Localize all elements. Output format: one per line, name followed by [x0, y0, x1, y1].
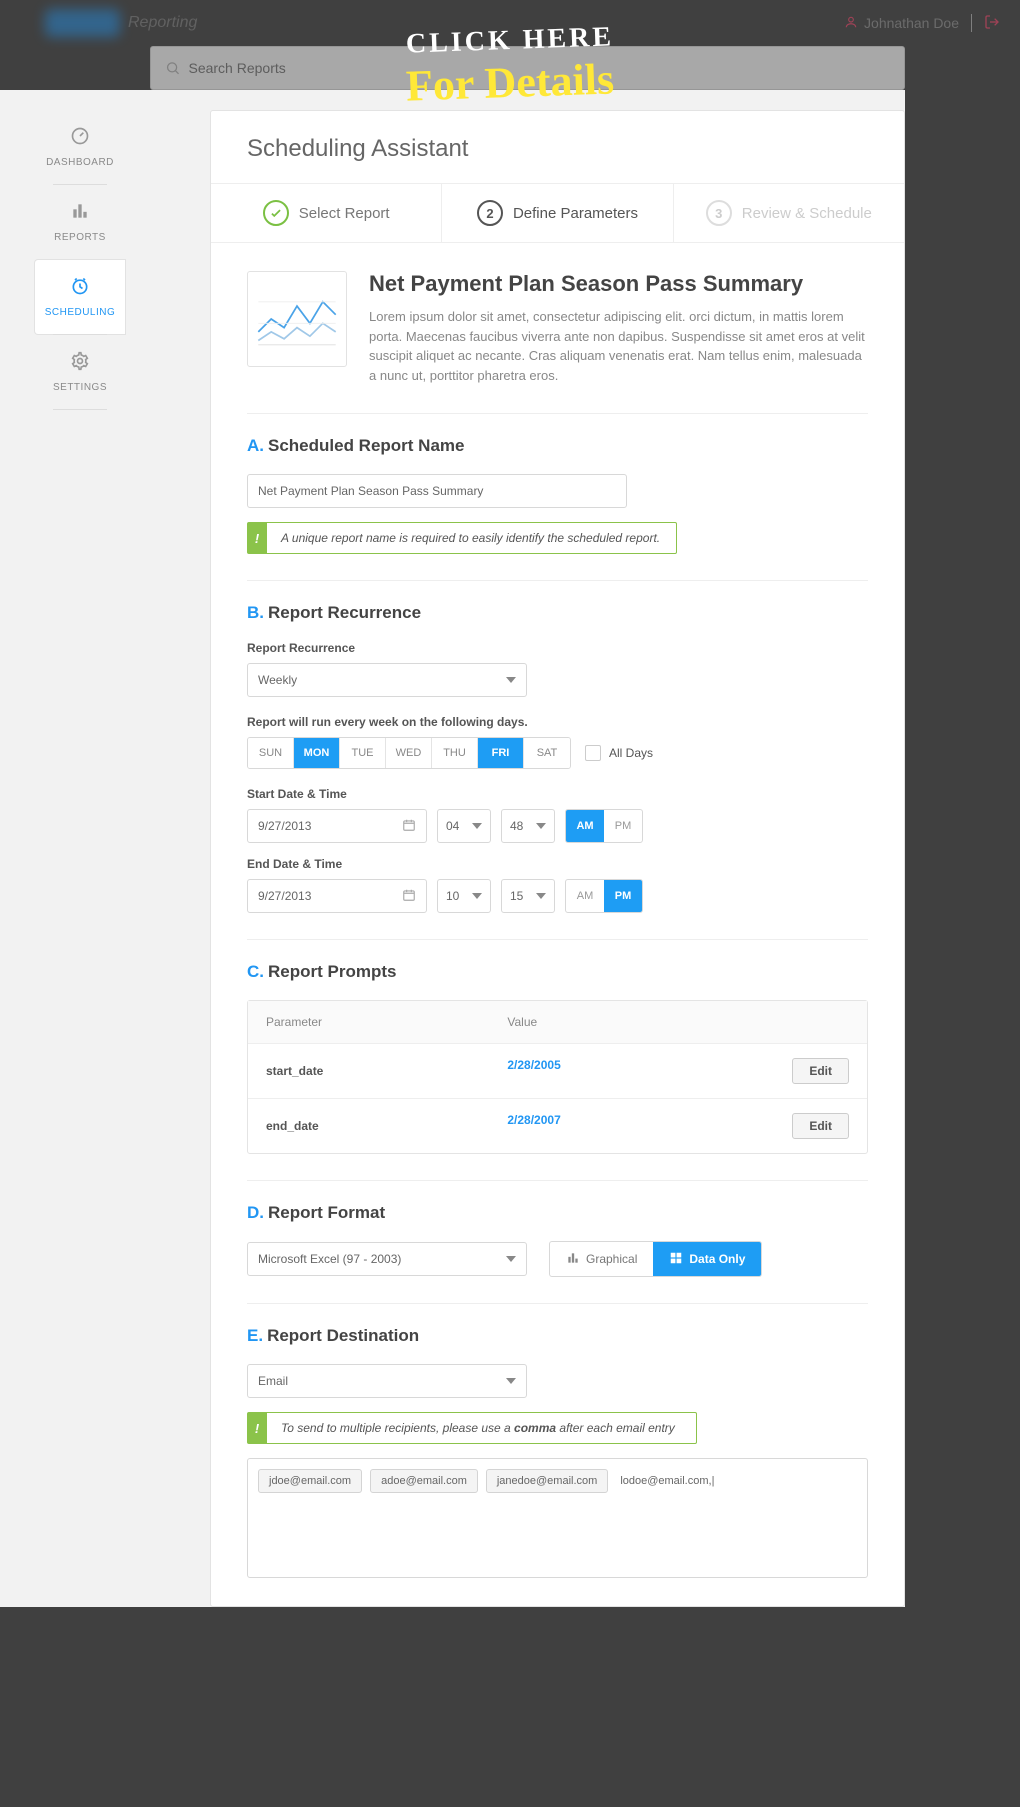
end-min-select[interactable]: 15 — [501, 879, 555, 913]
prompts-table: Parameter Value start_date2/28/2005Edite… — [247, 1000, 868, 1154]
info-strip-a: ! A unique report name is required to ea… — [247, 522, 677, 554]
gear-icon — [70, 351, 90, 374]
grid-icon — [669, 1251, 683, 1268]
end-date-input[interactable]: 9/27/2013 — [247, 879, 427, 913]
chevron-down-icon — [536, 823, 546, 829]
email-recipients-box[interactable]: jdoe@email.com adoe@email.com janedoe@emai… — [247, 1458, 868, 1578]
step-select-report[interactable]: Select Report — [211, 184, 442, 242]
brand-label: Reporting — [128, 14, 197, 32]
chevron-down-icon — [472, 823, 482, 829]
chevron-down-icon — [506, 1256, 516, 1262]
day-wed[interactable]: WED — [386, 738, 432, 768]
wizard-stepper: Select Report 2 Define Parameters 3 Revi… — [211, 184, 904, 243]
day-mon[interactable]: MON — [294, 738, 340, 768]
brand-logo — [45, 9, 120, 37]
report-name-input[interactable] — [247, 474, 627, 508]
email-input[interactable] — [616, 1469, 766, 1493]
search-icon — [165, 60, 180, 76]
end-hour-select[interactable]: 10 — [437, 879, 491, 913]
sidebar-item-dashboard[interactable]: DASHBOARD — [35, 110, 125, 184]
check-icon — [263, 200, 289, 226]
start-hour-select[interactable]: 04 — [437, 809, 491, 843]
day-tue[interactable]: TUE — [340, 738, 386, 768]
graphical-option[interactable]: Graphical — [550, 1242, 653, 1276]
day-sun[interactable]: SUN — [248, 738, 294, 768]
email-tag[interactable]: adoe@email.com — [370, 1469, 478, 1493]
search-bar[interactable] — [150, 46, 905, 90]
reports-icon — [70, 201, 90, 224]
sidebar-item-scheduling[interactable]: SCHEDULING — [35, 260, 125, 334]
day-thu[interactable]: THU — [432, 738, 478, 768]
destination-select[interactable]: Email — [247, 1364, 527, 1398]
page-title: Scheduling Assistant — [247, 135, 868, 163]
dashboard-icon — [70, 126, 90, 149]
step-define-parameters[interactable]: 2 Define Parameters — [442, 184, 673, 242]
chevron-down-icon — [506, 677, 516, 683]
start-min-select[interactable]: 48 — [501, 809, 555, 843]
info-strip-e: ! To send to multiple recipients, please… — [247, 1412, 697, 1444]
table-row: end_date2/28/2007Edit — [248, 1099, 867, 1153]
user-name[interactable]: Johnathan Doe — [864, 15, 959, 31]
report-title: Net Payment Plan Season Pass Summary — [369, 271, 868, 297]
divider — [971, 14, 972, 32]
edit-button[interactable]: Edit — [792, 1058, 849, 1084]
day-fri[interactable]: FRI — [478, 738, 524, 768]
all-days-checkbox[interactable] — [585, 745, 601, 761]
search-input[interactable] — [188, 60, 890, 76]
logout-icon[interactable] — [984, 14, 1000, 33]
chevron-down-icon — [506, 1378, 516, 1384]
edit-button[interactable]: Edit — [792, 1113, 849, 1139]
clock-icon — [70, 276, 90, 299]
start-ampm-toggle[interactable]: AM PM — [565, 809, 643, 843]
end-ampm-toggle[interactable]: AM PM — [565, 879, 643, 913]
calendar-icon — [402, 818, 416, 835]
chevron-down-icon — [472, 893, 482, 899]
format-select[interactable]: Microsoft Excel (97 - 2003) — [247, 1242, 527, 1276]
email-tag[interactable]: janedoe@email.com — [486, 1469, 608, 1493]
user-icon — [844, 15, 858, 32]
info-icon: ! — [247, 1412, 267, 1444]
report-description: Lorem ipsum dolor sit amet, consectetur … — [369, 307, 868, 385]
sidebar-item-settings[interactable]: SETTINGS — [35, 335, 125, 409]
dataonly-option[interactable]: Data Only — [653, 1242, 761, 1276]
start-date-input[interactable]: 9/27/2013 — [247, 809, 427, 843]
recurrence-select[interactable]: Weekly — [247, 663, 527, 697]
report-thumbnail — [247, 271, 347, 367]
calendar-icon — [402, 888, 416, 905]
table-row: start_date2/28/2005Edit — [248, 1044, 867, 1099]
info-icon: ! — [247, 522, 267, 554]
chevron-down-icon — [536, 893, 546, 899]
day-sat[interactable]: SAT — [524, 738, 570, 768]
format-view-toggle[interactable]: Graphical Data Only — [549, 1241, 762, 1277]
chart-icon — [566, 1251, 580, 1268]
step-review-schedule[interactable]: 3 Review & Schedule — [674, 184, 904, 242]
sidebar-item-reports[interactable]: REPORTS — [35, 185, 125, 259]
email-tag[interactable]: jdoe@email.com — [258, 1469, 362, 1493]
